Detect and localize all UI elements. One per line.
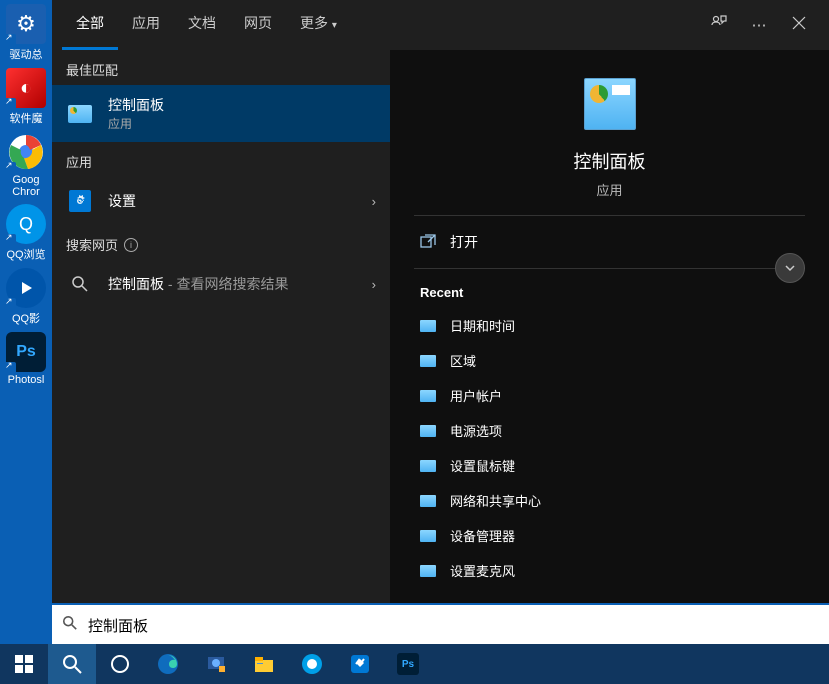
control-panel-icon [420, 495, 436, 507]
taskbar-app-qq[interactable] [288, 644, 336, 684]
search-input[interactable] [82, 611, 819, 640]
control-panel-icon [66, 100, 94, 128]
chevron-right-icon: › [372, 277, 376, 292]
tab-docs[interactable]: 文档 [174, 0, 230, 50]
control-panel-icon [420, 390, 436, 402]
search-icon [62, 615, 82, 635]
chevron-right-icon: › [372, 194, 376, 209]
recent-header: Recent [414, 269, 805, 308]
control-panel-icon [420, 530, 436, 542]
recent-item[interactable]: 设备管理器 [414, 518, 805, 553]
control-panel-icon [420, 425, 436, 437]
result-suffix: - 查看网络搜索结果 [164, 276, 288, 292]
preview-subtitle: 应用 [596, 180, 622, 199]
desktop-icon[interactable]: QQ影 [0, 268, 52, 326]
recent-item[interactable]: 设置麦克风 [414, 553, 805, 588]
search-tabs: 全部 应用 文档 网页 更多 ▾ ⋯ [52, 0, 829, 50]
open-label: 打开 [450, 232, 478, 252]
gear-icon [66, 187, 94, 215]
taskbar-app-edge[interactable] [144, 644, 192, 684]
tab-apps[interactable]: 应用 [118, 0, 174, 50]
info-icon[interactable]: i [124, 238, 138, 252]
taskbar-search-button[interactable] [48, 644, 96, 684]
expand-button[interactable] [775, 253, 805, 283]
desktop: ⚙ 驱动总 ◐ 软件魔 Goog Chror Q QQ浏览 QQ影 Ps Pho… [0, 0, 52, 644]
desktop-icon[interactable]: Goog Chror [0, 132, 52, 198]
web-header: 搜索网页 i [52, 225, 390, 260]
results-list: 最佳匹配 控制面板 应用 应用 设置 › 搜索网页 i 控制面板 - 查看网 [52, 50, 390, 603]
preview-pane: 控制面板 应用 打开 Recent 日期和时间 区域 用户帐户 电源选项 设置鼠… [390, 50, 829, 603]
open-action[interactable]: 打开 [414, 216, 805, 268]
recent-item-label: 日期和时间 [450, 316, 515, 335]
control-panel-icon [420, 355, 436, 367]
control-panel-icon [420, 320, 436, 332]
desktop-icon[interactable]: ◐ 软件魔 [0, 68, 52, 126]
recent-item-label: 设置鼠标键 [450, 456, 515, 475]
desktop-icon-label: Goog Chror [0, 174, 52, 198]
desktop-icon[interactable]: ⚙ 驱动总 [0, 4, 52, 62]
close-icon[interactable] [779, 16, 819, 34]
taskbar-app[interactable] [192, 644, 240, 684]
recent-item-label: 网络和共享中心 [450, 491, 541, 510]
control-panel-icon [420, 460, 436, 472]
desktop-icon-label: Photosl [0, 374, 52, 386]
result-subtitle: 应用 [108, 115, 376, 132]
result-item-settings[interactable]: 设置 › [52, 177, 390, 225]
result-title: 控制面板 [108, 95, 376, 115]
preview-title: 控制面板 [574, 148, 646, 174]
control-panel-icon [420, 565, 436, 577]
recent-item[interactable]: 设置鼠标键 [414, 448, 805, 483]
recent-item[interactable]: 网络和共享中心 [414, 483, 805, 518]
search-icon [66, 270, 94, 298]
tab-web[interactable]: 网页 [230, 0, 286, 50]
control-panel-icon [584, 78, 636, 130]
tab-more[interactable]: 更多 ▾ [286, 0, 351, 50]
more-label: 更多 [300, 15, 328, 31]
apps-header: 应用 [52, 142, 390, 177]
desktop-icon-label: 驱动总 [0, 46, 52, 62]
feedback-icon[interactable] [699, 14, 739, 36]
taskbar: Ps [0, 644, 829, 684]
result-item-web[interactable]: 控制面板 - 查看网络搜索结果 › [52, 260, 390, 308]
search-bar [52, 605, 829, 645]
cortana-button[interactable] [96, 644, 144, 684]
tab-all[interactable]: 全部 [62, 0, 118, 50]
recent-item-label: 电源选项 [450, 421, 502, 440]
recent-item-label: 设备管理器 [450, 526, 515, 545]
chevron-down-icon: ▾ [332, 20, 337, 31]
best-match-header: 最佳匹配 [52, 50, 390, 85]
desktop-icon[interactable]: Ps Photosl [0, 332, 52, 386]
recent-list: 日期和时间 区域 用户帐户 电源选项 设置鼠标键 网络和共享中心 设备管理器 设… [414, 308, 805, 588]
taskbar-app-photoshop[interactable]: Ps [384, 644, 432, 684]
start-button[interactable] [0, 644, 48, 684]
desktop-icon-label: 软件魔 [0, 110, 52, 126]
recent-item[interactable]: 日期和时间 [414, 308, 805, 343]
desktop-icon-label: QQ浏览 [0, 246, 52, 262]
result-title: 设置 [108, 191, 358, 211]
recent-item[interactable]: 电源选项 [414, 413, 805, 448]
desktop-icon-label: QQ影 [0, 310, 52, 326]
open-icon [420, 234, 436, 250]
taskbar-app-explorer[interactable] [240, 644, 288, 684]
recent-item[interactable]: 区域 [414, 343, 805, 378]
recent-item[interactable]: 用户帐户 [414, 378, 805, 413]
recent-item-label: 区域 [450, 351, 476, 370]
recent-item-label: 设置麦克风 [450, 561, 515, 580]
desktop-icon[interactable]: Q QQ浏览 [0, 204, 52, 262]
recent-item-label: 用户帐户 [450, 386, 502, 405]
more-options-icon[interactable]: ⋯ [739, 16, 779, 34]
taskbar-app[interactable] [336, 644, 384, 684]
best-match-item[interactable]: 控制面板 应用 [52, 85, 390, 142]
result-title: 控制面板 [108, 276, 164, 292]
search-panel: 全部 应用 文档 网页 更多 ▾ ⋯ 最佳匹配 控制面板 应用 应用 设置 › [52, 0, 829, 603]
